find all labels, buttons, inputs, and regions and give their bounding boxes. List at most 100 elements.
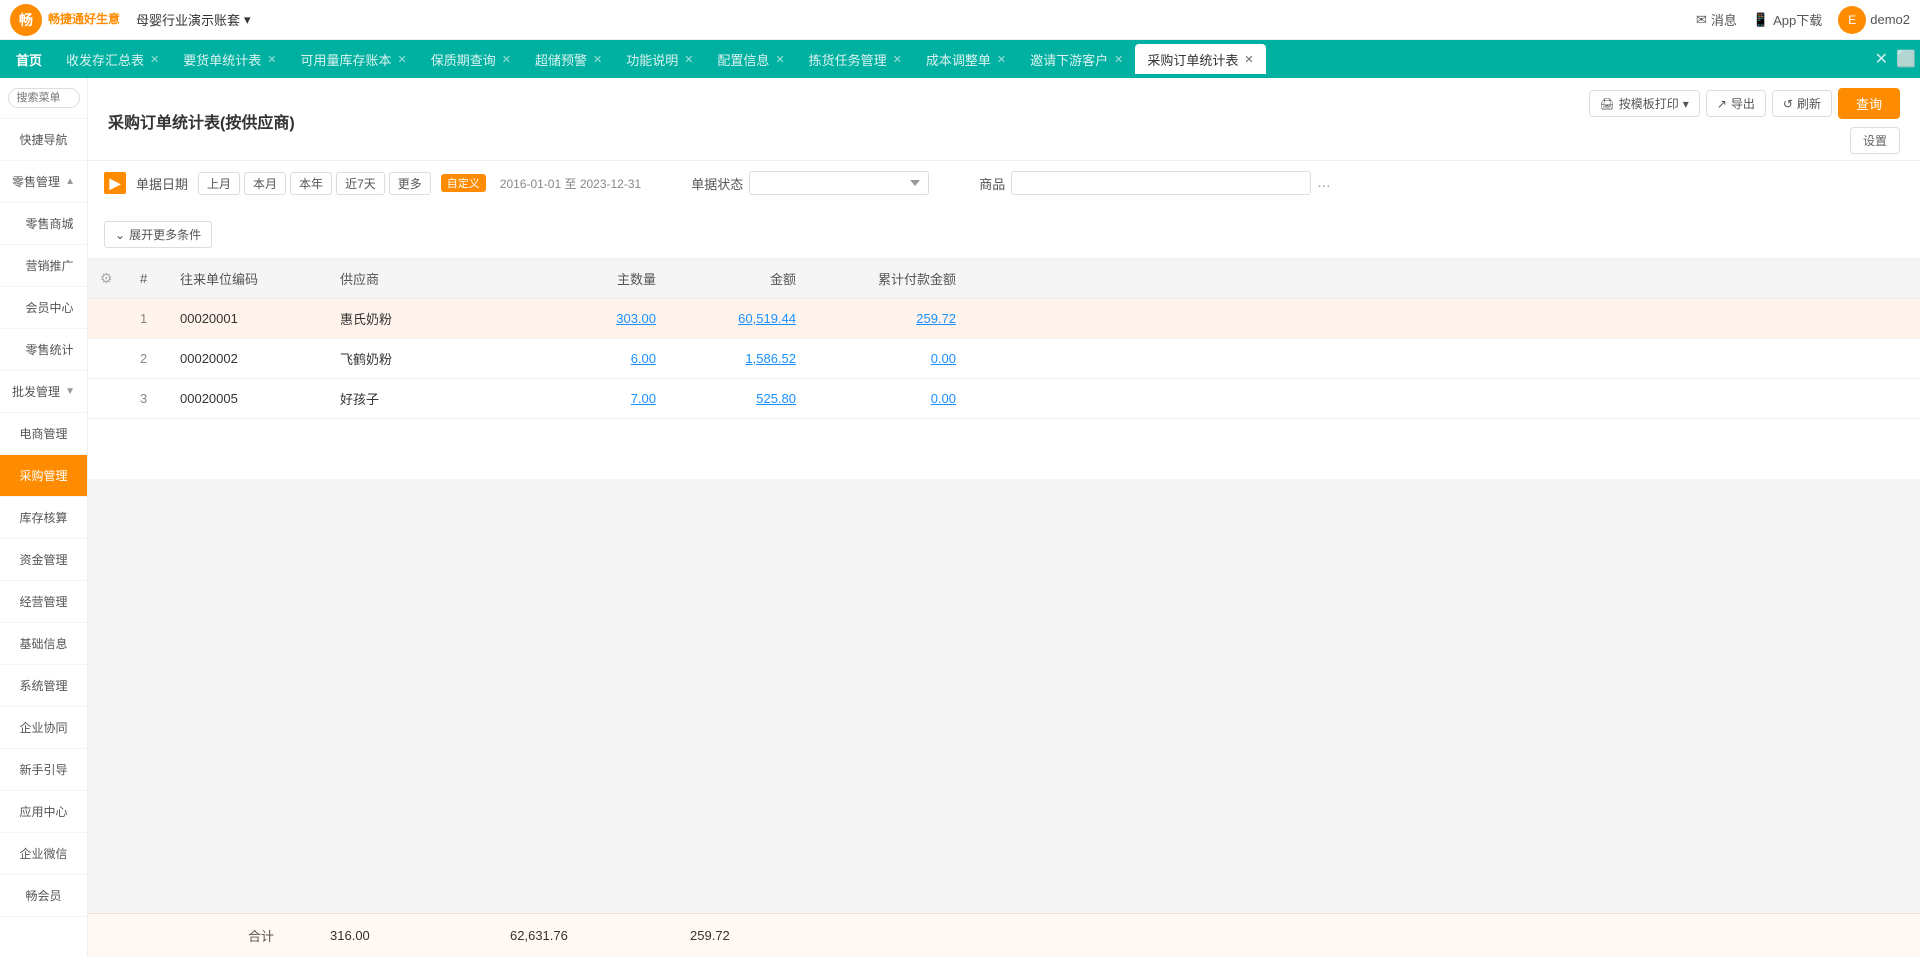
tab-close-icon[interactable]: ✕: [1114, 53, 1123, 66]
sidebar-item-operation[interactable]: 经营管理: [0, 581, 87, 623]
export-button[interactable]: ↗ 导出: [1706, 90, 1766, 117]
sidebar-item-wholesale[interactable]: 批发管理 ▼: [0, 371, 87, 413]
date-btn-this-year[interactable]: 本年: [290, 172, 332, 195]
tab-close-icon[interactable]: ✕: [893, 53, 902, 66]
sidebar-item-app-center[interactable]: 应用中心: [0, 791, 87, 833]
sidebar-item-purchase[interactable]: 采购管理: [0, 455, 87, 497]
paid-link[interactable]: 0.00: [931, 391, 956, 406]
amount-link[interactable]: 60,519.44: [738, 311, 796, 326]
tab-close-icon[interactable]: ✕: [593, 53, 602, 66]
tab-采购订单统计表[interactable]: 采购订单统计表 ✕: [1135, 44, 1265, 74]
footer-label: 合计: [100, 926, 274, 945]
column-settings-icon[interactable]: ⚙: [100, 270, 113, 286]
goods-label: 商品: [979, 174, 1005, 193]
message-action[interactable]: ✉ 消息: [1696, 10, 1737, 29]
paid-link[interactable]: 259.72: [916, 311, 956, 326]
refresh-button[interactable]: ↺ 刷新: [1772, 90, 1832, 117]
sidebar-item-label: 批发管理: [12, 383, 60, 400]
th-paid: 累计付款金额: [808, 259, 968, 299]
amount-link[interactable]: 1,586.52: [745, 351, 796, 366]
cell-paid: 259.72: [808, 299, 968, 339]
tab-home[interactable]: 首页: [4, 44, 54, 74]
sidebar-item-label: 系统管理: [19, 677, 67, 694]
date-btn-more[interactable]: 更多: [389, 172, 431, 195]
chevron-down-icon: ▲: [65, 176, 75, 187]
date-btn-this-month[interactable]: 本月: [244, 172, 286, 195]
sidebar-item-label: 零售管理: [12, 173, 60, 190]
qty-link[interactable]: 6.00: [631, 351, 656, 366]
workspace-arrow-icon: ▾: [244, 12, 251, 28]
sidebar-item-enterprise[interactable]: 企业协同: [0, 707, 87, 749]
paid-link[interactable]: 0.00: [931, 351, 956, 366]
tab-要货单统计表[interactable]: 要货单统计表 ✕: [171, 44, 288, 74]
window-maximize-button[interactable]: ⬜: [1896, 49, 1916, 69]
tab-配置信息[interactable]: 配置信息 ✕: [705, 44, 796, 74]
export-icon: ↗: [1717, 97, 1727, 111]
tab-拣货任务管理[interactable]: 拣货任务管理 ✕: [797, 44, 914, 74]
setting-button[interactable]: 设置: [1850, 127, 1900, 154]
expand-more-button[interactable]: ⌄ 展开更多条件: [104, 221, 212, 248]
sidebar-item-retail-stat[interactable]: 零售统计: [0, 329, 87, 371]
filter-goods-field: 商品 ...: [979, 171, 1330, 195]
sidebar-item-shortcut[interactable]: 快捷导航: [0, 119, 87, 161]
sidebar-item-basic[interactable]: 基础信息: [0, 623, 87, 665]
more-options-icon[interactable]: ...: [1317, 174, 1330, 192]
sidebar-item-marketing[interactable]: 营销推广: [0, 245, 87, 287]
tab-label: 超储预警: [535, 50, 587, 69]
tab-成本调整单[interactable]: 成本调整单 ✕: [914, 44, 1018, 74]
table-body: 1 00020001 惠氏奶粉 303.00 60,519.44 259.72 …: [88, 299, 1920, 419]
tab-保质期查询[interactable]: 保质期查询 ✕: [419, 44, 523, 74]
cell-num: 1: [128, 299, 168, 339]
nav-end-actions: ✕ ⬜: [1875, 49, 1916, 69]
workspace-selector[interactable]: 母婴行业演示账套 ▾: [128, 6, 259, 33]
date-btn-7days[interactable]: 近7天: [336, 172, 385, 195]
sidebar-item-member[interactable]: 会员中心: [0, 287, 87, 329]
status-select[interactable]: [749, 171, 929, 195]
sidebar-item-system[interactable]: 系统管理: [0, 665, 87, 707]
expand-more-row: ⌄ 展开更多条件: [104, 207, 212, 248]
tab-可用量库存账本[interactable]: 可用量库存账本 ✕: [288, 44, 418, 74]
tab-close-icon[interactable]: ✕: [997, 53, 1006, 66]
tab-close-icon[interactable]: ✕: [775, 53, 784, 66]
th-supplier: 供应商: [328, 259, 548, 299]
tab-邀请下游客户[interactable]: 邀请下游客户 ✕: [1018, 44, 1135, 74]
qty-link[interactable]: 7.00: [631, 391, 656, 406]
sidebar-item-guide[interactable]: 新手引导: [0, 749, 87, 791]
app-download-action[interactable]: 📱 App下载: [1753, 10, 1822, 29]
date-btn-last-month[interactable]: 上月: [198, 172, 240, 195]
tab-close-icon[interactable]: ✕: [1244, 53, 1253, 66]
tab-close-icon[interactable]: ✕: [150, 53, 159, 66]
tab-close-icon[interactable]: ✕: [267, 53, 276, 66]
tab-close-icon[interactable]: ✕: [684, 53, 693, 66]
tab-close-icon[interactable]: ✕: [398, 53, 407, 66]
sidebar-item-finance[interactable]: 资金管理: [0, 539, 87, 581]
sidebar-item-label: 经营管理: [19, 593, 67, 610]
sidebar-item-retail[interactable]: 零售管理 ▲: [0, 161, 87, 203]
sidebar-item-ecommerce[interactable]: 电商管理: [0, 413, 87, 455]
th-settings: ⚙: [88, 259, 128, 299]
tab-超储预警[interactable]: 超储预警 ✕: [523, 44, 614, 74]
sidebar-item-label: 资金管理: [19, 551, 67, 568]
goods-input[interactable]: [1011, 171, 1311, 195]
print-button[interactable]: 🖨 按模板打印 ▾: [1589, 90, 1700, 117]
sidebar-item-vip[interactable]: 畅会员: [0, 875, 87, 917]
tab-功能说明[interactable]: 功能说明 ✕: [614, 44, 705, 74]
user-area[interactable]: E demo2: [1838, 6, 1910, 34]
qty-link[interactable]: 303.00: [616, 311, 656, 326]
search-menu-input[interactable]: [8, 88, 80, 108]
window-close-button[interactable]: ✕: [1875, 49, 1888, 69]
query-button[interactable]: 查询: [1838, 88, 1900, 119]
table-container: ⚙ # 往来单位编码 供应商 主数量 金额 累计付款金额: [88, 259, 1920, 479]
footer-amount: 62,631.76: [510, 928, 690, 943]
workspace-label: 母婴行业演示账套: [136, 10, 240, 29]
tab-close-icon[interactable]: ✕: [502, 53, 511, 66]
sidebar-item-search[interactable]: [0, 78, 87, 119]
sidebar-item-inventory[interactable]: 库存核算: [0, 497, 87, 539]
amount-link[interactable]: 525.80: [756, 391, 796, 406]
tab-收发存汇总表[interactable]: 收发存汇总表 ✕: [54, 44, 171, 74]
sidebar-item-wechat[interactable]: 企业微信: [0, 833, 87, 875]
sidebar-item-label: 应用中心: [19, 803, 67, 820]
table-header-row: ⚙ # 往来单位编码 供应商 主数量 金额 累计付款金额: [88, 259, 1920, 299]
sidebar-item-retail-shop[interactable]: 零售商城: [0, 203, 87, 245]
filter-toggle-button[interactable]: ▶: [104, 172, 126, 194]
